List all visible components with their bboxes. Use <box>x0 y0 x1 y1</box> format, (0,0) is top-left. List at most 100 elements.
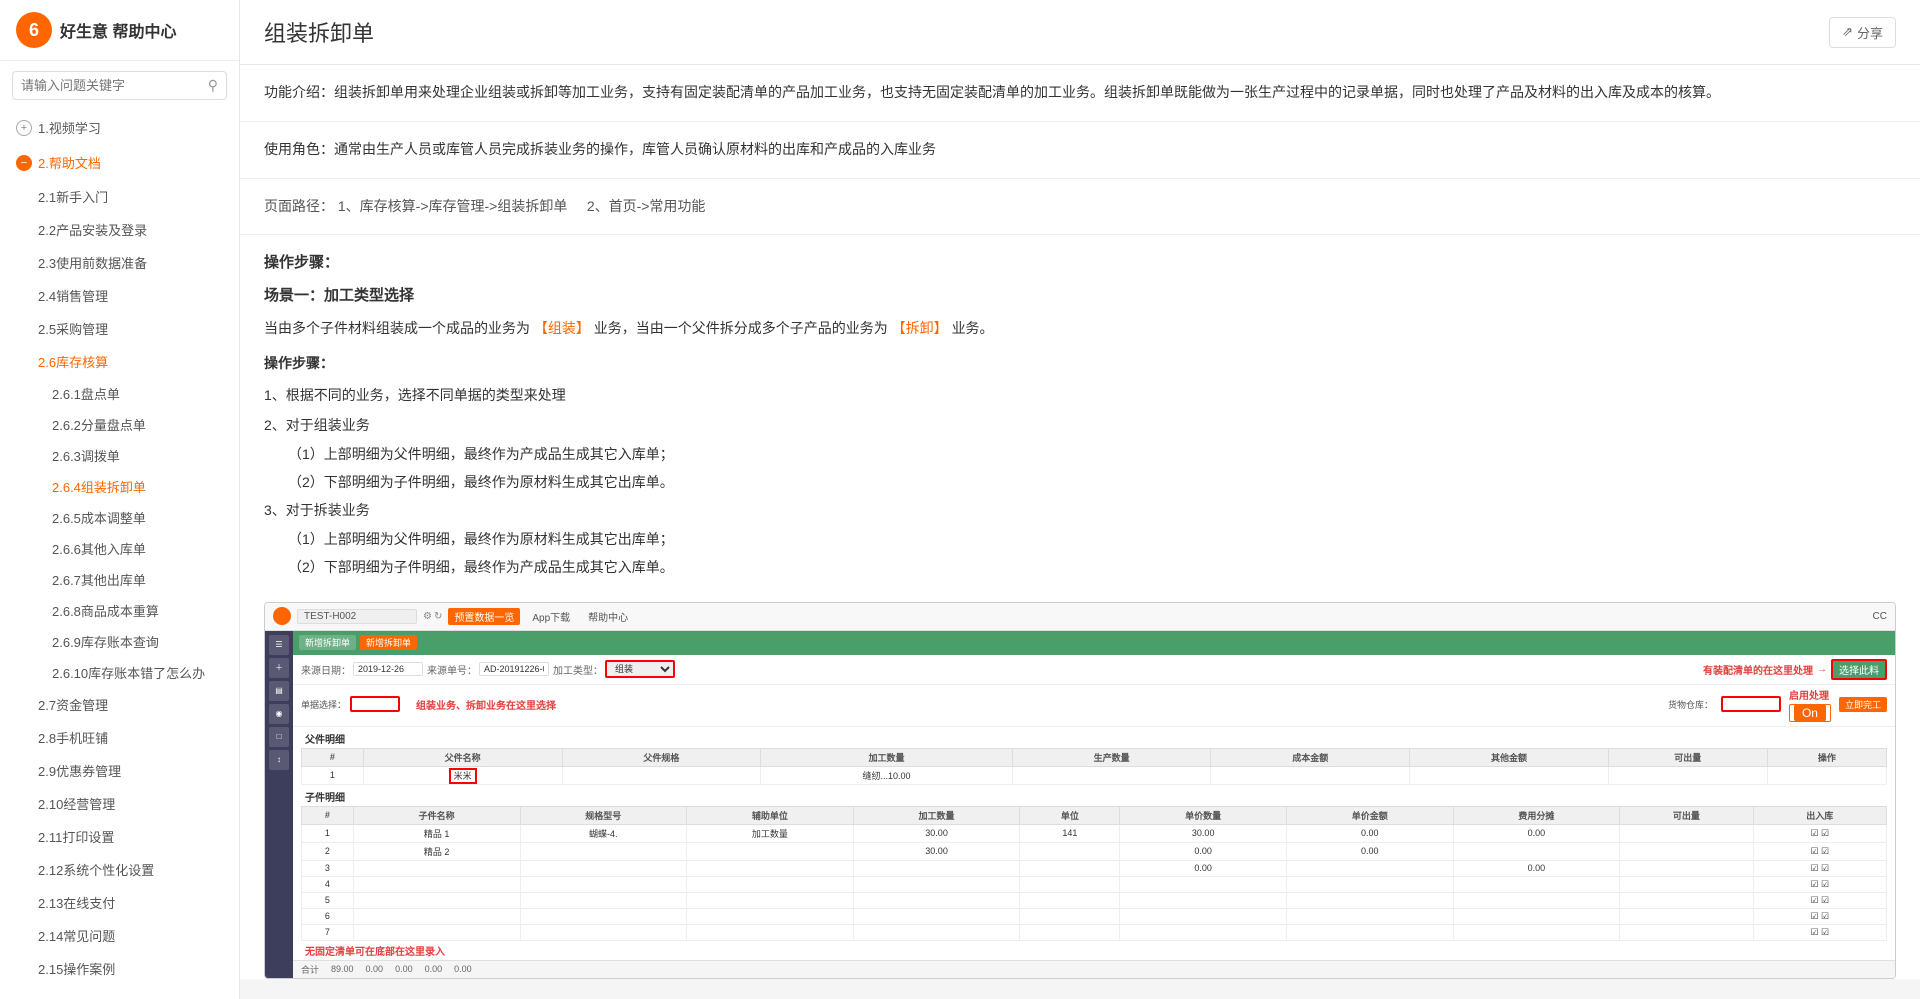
child-row-3: 30.000.00☑ ☑ <box>302 860 1887 876</box>
sidebar-item-assembly-disassembly[interactable]: 2.6.4组装拆卸单 <box>0 471 239 502</box>
on-badge: On <box>1794 704 1826 722</box>
share-icon: ⇗ <box>1842 24 1853 40</box>
highlight-disassemble: 【拆卸】 <box>892 320 948 336</box>
sidebar-item-sales[interactable]: 2.4销售管理 <box>0 279 239 312</box>
sidebar-item-purchase[interactable]: 2.5采购管理 <box>0 312 239 345</box>
screenshot-content: 新增拆卸单 新增拆卸单 来源日期： <box>293 631 1895 978</box>
sidebar-item-cases[interactable]: 2.15操作案例 <box>0 952 239 985</box>
screenshot-refresh-icons: ⚙ ↻ <box>423 611 442 622</box>
ops-steps-label: 操作步骤： <box>240 349 1920 381</box>
col-parent-action: 操作 <box>1767 748 1886 766</box>
form-code-input[interactable] <box>479 662 549 676</box>
screenshot-parent-table-wrap: # 父件名称 父件规格 加工数量 生产数量 成本金额 其他金额 <box>297 748 1891 785</box>
intro-text-1: 功能介绍：组装拆卸单用来处理企业组装或拆卸等加工业务，支持有固定装配清单的产品加… <box>264 84 1720 100</box>
sidebar-item-other-inbound[interactable]: 2.6.6其他入库单 <box>0 533 239 564</box>
search-input[interactable] <box>21 78 208 93</box>
child-row-5: 5☑ ☑ <box>302 892 1887 908</box>
screenshot-upper-section: 父件明细 # 父件名称 父件规格 <box>293 727 1895 785</box>
screenshot-address: TEST-H002 <box>297 609 417 624</box>
annotation-clearance: 有装配清单的在这里处理 → 选择此料 <box>679 659 1887 680</box>
screenshot-lower-section: 子件明细 # 子件名称 规格型号 <box>293 785 1895 960</box>
screenshot-nav-help: 帮助中心 <box>582 607 634 626</box>
main-panel: 组装拆卸单 ⇗ 分享 功能介绍：组装拆卸单用来处理企业组装或拆卸等加工业务，支持… <box>240 0 1920 999</box>
step-2-2: （2）下部明细为子件明细，最终作为原材料生成其它出库单。 <box>264 469 1896 497</box>
sidebar-item-management[interactable]: 2.10经营管理 <box>0 787 239 820</box>
sidebar-item-cost-adjust[interactable]: 2.6.5成本调整单 <box>0 502 239 533</box>
sidebar-item-faq[interactable]: 2.14常见问题 <box>0 919 239 952</box>
sidebar-item-transfer[interactable]: 2.6.3调拨单 <box>0 440 239 471</box>
form-warehouse[interactable] <box>1721 696 1781 712</box>
screenshot-form: 来源日期： 来源单号： <box>293 655 1895 685</box>
screenshot-child-table: # 子件名称 规格型号 辅助单位 加工数量 单位 单价数量 <box>301 806 1887 941</box>
intro-block-2: 使用角色：通常由生产人员或库管人员完成拆装业务的操作，库管人员确认原材料的出库和… <box>240 122 1920 179</box>
app-logo: 6 <box>16 12 52 48</box>
col-parent-avail: 可出量 <box>1608 748 1767 766</box>
screenshot-logo <box>273 607 291 625</box>
sidebar-item-ledger-query[interactable]: 2.6.9库存账本查询 <box>0 626 239 657</box>
search-box[interactable]: ⚲ <box>12 71 227 100</box>
sidebar-item-cost-recalc[interactable]: 2.6.8商品成本重算 <box>0 595 239 626</box>
step-3-1: （1）上部明细为父件明细，最终作为原材料生成其它出库单； <box>264 526 1896 554</box>
sidebar-item-partial-check[interactable]: 2.6.2分量盘点单 <box>0 409 239 440</box>
screenshot-nav: App下载 帮助中心 <box>526 607 634 626</box>
mock-screenshot: TEST-H002 ⚙ ↻ 预置数据一览 App下载 帮助中心 CC <box>265 603 1895 978</box>
screenshot-area: TEST-H002 ⚙ ↻ 预置数据一览 App下载 帮助中心 CC <box>264 602 1896 979</box>
form-type-select[interactable]: 组装 拆卸 <box>605 660 675 678</box>
sidebar-item-help-docs[interactable]: − 2.帮助文档 <box>0 145 239 180</box>
col-parent-name: 父件名称 <box>363 748 562 766</box>
left-icon-1: ☰ <box>269 635 289 655</box>
form-date-input[interactable] <box>353 662 423 676</box>
col-parent-prod-qty: 生产数量 <box>1012 748 1211 766</box>
sidebar-item-coupon[interactable]: 2.9优惠券管理 <box>0 754 239 787</box>
sidebar-item-install-login[interactable]: 2.2产品安装及登录 <box>0 213 239 246</box>
step-list: 1、根据不同的业务，选择不同单据的类型来处理 2、对于组装业务 （1）上部明细为… <box>240 381 1920 590</box>
screenshot-tab-add2: 新增拆卸单 <box>360 635 417 650</box>
child-row-6: 6☑ ☑ <box>302 908 1887 924</box>
sidebar-item-print[interactable]: 2.11打印设置 <box>0 820 239 853</box>
sidebar-item-data-prep[interactable]: 2.3使用前数据准备 <box>0 246 239 279</box>
step-2: 2、对于组装业务 <box>264 411 1896 441</box>
sidebar-item-finance[interactable]: 2.7资金管理 <box>0 688 239 721</box>
child-row-7: 7☑ ☑ <box>302 924 1887 940</box>
main-content: 功能介绍：组装拆卸单用来处理企业组装或拆卸等加工业务，支持有固定装配清单的产品加… <box>240 65 1920 999</box>
screenshot-form-wrapper: 来源日期： 来源单号： <box>293 655 1895 727</box>
sidebar-item-mobile[interactable]: 2.8手机旺铺 <box>0 721 239 754</box>
page-title: 组装拆卸单 <box>264 16 374 48</box>
sidebar-item-beginner[interactable]: 2.1新手入门 <box>0 180 239 213</box>
left-icon-2: ＋ <box>269 658 289 678</box>
sidebar-item-stock-check[interactable]: 2.6.1盘点单 <box>0 378 239 409</box>
main-header: 组装拆卸单 ⇗ 分享 <box>240 0 1920 65</box>
highlight-assemble: 【组装】 <box>534 320 590 336</box>
child-row-4: 4☑ ☑ <box>302 876 1887 892</box>
annotation-no-bom: 无固定清单可在底部在这里录入 <box>297 941 1891 960</box>
sidebar-item-other-outbound[interactable]: 2.6.7其他出库单 <box>0 564 239 595</box>
sidebar-item-inventory[interactable]: 2.6库存核算 <box>0 345 239 378</box>
screenshot-parent-title: 父件明细 <box>297 729 1891 748</box>
screenshot-preview-btn: 预置数据一览 <box>448 608 520 625</box>
screenshot-body: ☰ ＋ ▤ ◉ □ ↕ 新增拆卸单 新 <box>265 631 1895 978</box>
sidebar-item-online-pay[interactable]: 2.13在线支付 <box>0 886 239 919</box>
intro-block-1: 功能介绍：组装拆卸单用来处理企业组装或拆卸等加工业务，支持有固定装配清单的产品加… <box>240 65 1920 122</box>
col-child-proc-qty: 加工数量 <box>853 806 1020 824</box>
sidebar-item-system-settings[interactable]: 2.12系统个性化设置 <box>0 853 239 886</box>
path-text-1: 1、库存核算->库存管理->组装拆卸单 <box>338 198 567 214</box>
screenshot-right-controls: 货物仓库： 启用处理 On <box>1668 687 1887 722</box>
left-icon-3: ▤ <box>269 681 289 701</box>
collapse-icon: − <box>16 155 32 171</box>
sidebar-item-ledger-error[interactable]: 2.6.10库存账本错了怎么办 <box>0 657 239 688</box>
parent-table-row-1: 1 米米 缝纫...10.00 <box>302 766 1887 784</box>
form-doc-select[interactable] <box>350 696 400 712</box>
step-3: 3、对于拆装业务 <box>264 496 1896 526</box>
ops-title: 操作步骤： <box>240 235 1920 280</box>
screenshot-status-bar: 合计 89.00 0.00 0.00 0.00 0.00 <box>293 960 1895 978</box>
sidebar-header: 6 好生意 帮助中心 <box>0 0 239 61</box>
expand-icon: + <box>16 120 32 136</box>
search-icon[interactable]: ⚲ <box>208 77 218 94</box>
col-child-aux: 辅助单位 <box>687 806 854 824</box>
col-child-num: # <box>302 806 354 824</box>
screenshot-save-btn: 立即完工 <box>1839 697 1887 712</box>
share-button[interactable]: ⇗ 分享 <box>1829 17 1896 48</box>
path-block: 页面路径： 1、库存核算->库存管理->组装拆卸单 2、首页->常用功能 <box>240 179 1920 236</box>
sidebar-item-video-learning[interactable]: + 1.视频学习 <box>0 110 239 145</box>
col-child-unit: 单位 <box>1020 806 1120 824</box>
